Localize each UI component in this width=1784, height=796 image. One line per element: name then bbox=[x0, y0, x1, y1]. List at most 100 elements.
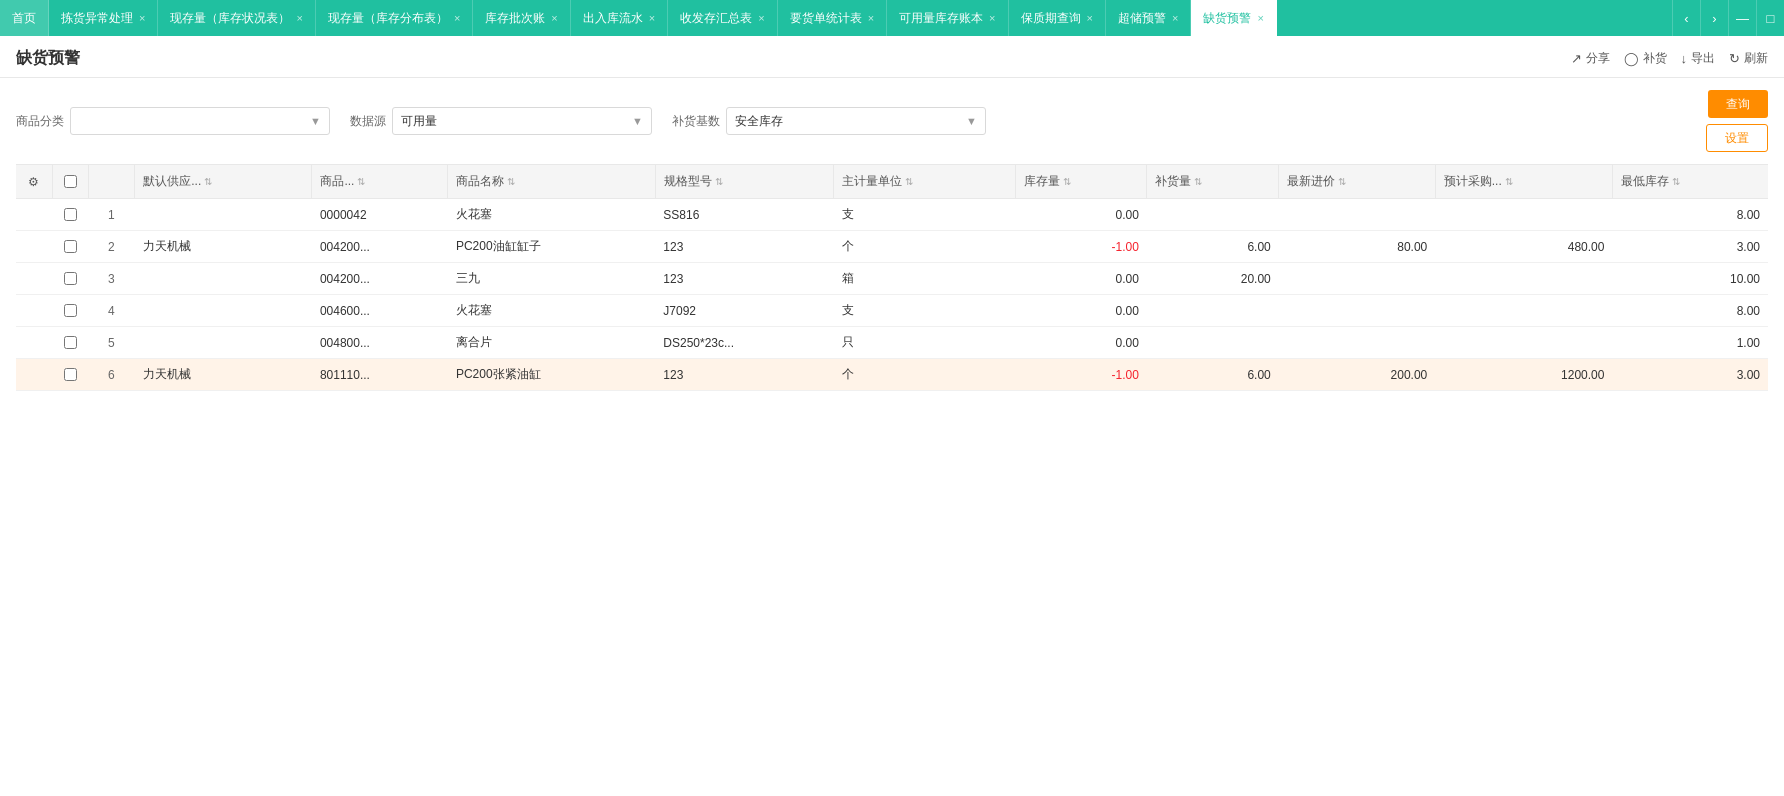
tab-close-in-out-flow[interactable]: × bbox=[649, 12, 655, 24]
filter-actions: 查询 设置 bbox=[1706, 90, 1768, 152]
td-supplier-4 bbox=[135, 327, 312, 359]
supplement-button[interactable]: ◯ 补货 bbox=[1624, 50, 1667, 67]
gear-icon[interactable]: ⚙ bbox=[28, 175, 39, 189]
td-sku-name-2: 三九 bbox=[448, 263, 655, 295]
tab-stock-dist[interactable]: 现存量（库存分布表） × bbox=[316, 0, 473, 36]
tab-scroll-left[interactable]: ‹ bbox=[1672, 0, 1700, 36]
tab-batch-account[interactable]: 库存批次账 × bbox=[473, 0, 570, 36]
settings-button[interactable]: 设置 bbox=[1706, 124, 1768, 152]
table-header-row: ⚙ 默认供应... ⇅ bbox=[16, 165, 1768, 199]
tab-shortage[interactable]: 缺货预警 × bbox=[1191, 0, 1276, 36]
td-sku-3: 004600... bbox=[312, 295, 448, 327]
td-unit-2: 箱 bbox=[834, 263, 1015, 295]
td-sku-name-3: 火花塞 bbox=[448, 295, 655, 327]
td-spec-1: 123 bbox=[655, 231, 834, 263]
datasource-chevron-icon: ▼ bbox=[632, 115, 643, 127]
tab-close-stock-dist[interactable]: × bbox=[454, 12, 460, 24]
row-checkbox-5[interactable] bbox=[64, 368, 77, 381]
td-supplier-0 bbox=[135, 199, 312, 231]
row-checkbox-0[interactable] bbox=[64, 208, 77, 221]
th-sku-name: 商品名称 ⇅ bbox=[448, 165, 655, 199]
tab-close-batch-account[interactable]: × bbox=[551, 12, 557, 24]
sort-icon-supplement[interactable]: ⇅ bbox=[1194, 176, 1202, 187]
tab-close-defect-handling[interactable]: × bbox=[139, 12, 145, 24]
tab-in-out-flow[interactable]: 出入库流水 × bbox=[571, 0, 668, 36]
tab-close-shortage[interactable]: × bbox=[1257, 12, 1263, 24]
td-latest-price-3 bbox=[1279, 295, 1436, 327]
th-spec: 规格型号 ⇅ bbox=[655, 165, 834, 199]
tab-available-ledger[interactable]: 可用量库存账本 × bbox=[887, 0, 1008, 36]
row-checkbox-4[interactable] bbox=[64, 336, 77, 349]
td-rownum-4: 5 bbox=[88, 327, 135, 359]
sort-icon-unit[interactable]: ⇅ bbox=[905, 176, 913, 187]
sort-icon-sku-name[interactable]: ⇅ bbox=[507, 176, 515, 187]
tab-close-order-stats[interactable]: × bbox=[868, 12, 874, 24]
td-supplement-2: 20.00 bbox=[1147, 263, 1279, 295]
share-button[interactable]: ↗ 分享 bbox=[1571, 50, 1610, 67]
tab-overstock[interactable]: 超储预警 × bbox=[1106, 0, 1191, 36]
td-unit-0: 支 bbox=[834, 199, 1015, 231]
td-estimated-purchase-4 bbox=[1435, 327, 1612, 359]
export-button[interactable]: ↓ 导出 bbox=[1681, 50, 1716, 67]
tab-close-expiry-query[interactable]: × bbox=[1087, 12, 1093, 24]
tab-close-overstock[interactable]: × bbox=[1172, 12, 1178, 24]
td-sku-5: 801110... bbox=[312, 359, 448, 391]
sort-icon-supplier[interactable]: ⇅ bbox=[204, 176, 212, 187]
th-supplier: 默认供应... ⇅ bbox=[135, 165, 312, 199]
tab-nav-buttons: ‹ › ― □ bbox=[1672, 0, 1784, 36]
supplement-base-select[interactable]: 安全库存 ▼ bbox=[726, 107, 986, 135]
td-cb-1 bbox=[52, 231, 88, 263]
table-container: ⚙ 默认供应... ⇅ bbox=[0, 164, 1784, 391]
datasource-select[interactable]: 可用量 ▼ bbox=[392, 107, 652, 135]
table-row: 2 力天机械 004200... PC200油缸缸子 123 个 -1.00 6… bbox=[16, 231, 1768, 263]
td-supplier-2 bbox=[135, 263, 312, 295]
td-spec-3: J7092 bbox=[655, 295, 834, 327]
td-rownum-3: 4 bbox=[88, 295, 135, 327]
tab-close-collection-summary[interactable]: × bbox=[758, 12, 764, 24]
td-stock-4: 0.00 bbox=[1015, 327, 1147, 359]
row-checkbox-3[interactable] bbox=[64, 304, 77, 317]
sort-icon-latest-price[interactable]: ⇅ bbox=[1338, 176, 1346, 187]
category-select[interactable]: ▼ bbox=[70, 107, 330, 135]
td-gear-2 bbox=[16, 263, 52, 295]
tab-home[interactable]: 首页 bbox=[0, 0, 49, 36]
tab-defect-handling[interactable]: 拣货异常处理 × bbox=[49, 0, 158, 36]
sort-icon-stock[interactable]: ⇅ bbox=[1063, 176, 1071, 187]
tab-stock-status[interactable]: 现存量（库存状况表） × bbox=[158, 0, 315, 36]
td-unit-1: 个 bbox=[834, 231, 1015, 263]
category-filter-group: 商品分类 ▼ bbox=[16, 107, 330, 135]
tab-close-stock-status[interactable]: × bbox=[296, 12, 302, 24]
table-row: 4 004600... 火花塞 J7092 支 0.00 8.00 bbox=[16, 295, 1768, 327]
row-checkbox-1[interactable] bbox=[64, 240, 77, 253]
supplement-base-filter-group: 补货基数 安全库存 ▼ bbox=[672, 107, 986, 135]
th-stock: 库存量 ⇅ bbox=[1015, 165, 1147, 199]
supplement-base-chevron-icon: ▼ bbox=[966, 115, 977, 127]
refresh-button[interactable]: ↻ 刷新 bbox=[1729, 50, 1768, 67]
supplement-base-value: 安全库存 bbox=[735, 113, 966, 130]
sort-icon-sku[interactable]: ⇅ bbox=[357, 176, 365, 187]
tab-expiry-query[interactable]: 保质期查询 × bbox=[1009, 0, 1106, 36]
td-sku-name-4: 离合片 bbox=[448, 327, 655, 359]
td-sku-name-5: PC200张紧油缸 bbox=[448, 359, 655, 391]
sort-icon-estimated-purchase[interactable]: ⇅ bbox=[1505, 176, 1513, 187]
td-sku-name-1: PC200油缸缸子 bbox=[448, 231, 655, 263]
tab-maximize[interactable]: □ bbox=[1756, 0, 1784, 36]
td-stock-0: 0.00 bbox=[1015, 199, 1147, 231]
supplement-icon: ◯ bbox=[1624, 51, 1639, 66]
td-stock-3: 0.00 bbox=[1015, 295, 1147, 327]
row-checkbox-2[interactable] bbox=[64, 272, 77, 285]
td-unit-3: 支 bbox=[834, 295, 1015, 327]
sort-icon-spec[interactable]: ⇅ bbox=[715, 176, 723, 187]
sort-icon-min-stock[interactable]: ⇅ bbox=[1672, 176, 1680, 187]
tab-scroll-right[interactable]: › bbox=[1700, 0, 1728, 36]
tab-order-stats[interactable]: 要货单统计表 × bbox=[778, 0, 887, 36]
tab-close-available-ledger[interactable]: × bbox=[989, 12, 995, 24]
select-all-checkbox[interactable] bbox=[64, 175, 77, 188]
tab-collection-summary[interactable]: 收发存汇总表 × bbox=[668, 0, 777, 36]
table-row: 1 0000042 火花塞 SS816 支 0.00 8.00 bbox=[16, 199, 1768, 231]
query-button[interactable]: 查询 bbox=[1708, 90, 1768, 118]
tab-minimize[interactable]: ― bbox=[1728, 0, 1756, 36]
td-cb-4 bbox=[52, 327, 88, 359]
td-unit-5: 个 bbox=[834, 359, 1015, 391]
td-latest-price-2 bbox=[1279, 263, 1436, 295]
